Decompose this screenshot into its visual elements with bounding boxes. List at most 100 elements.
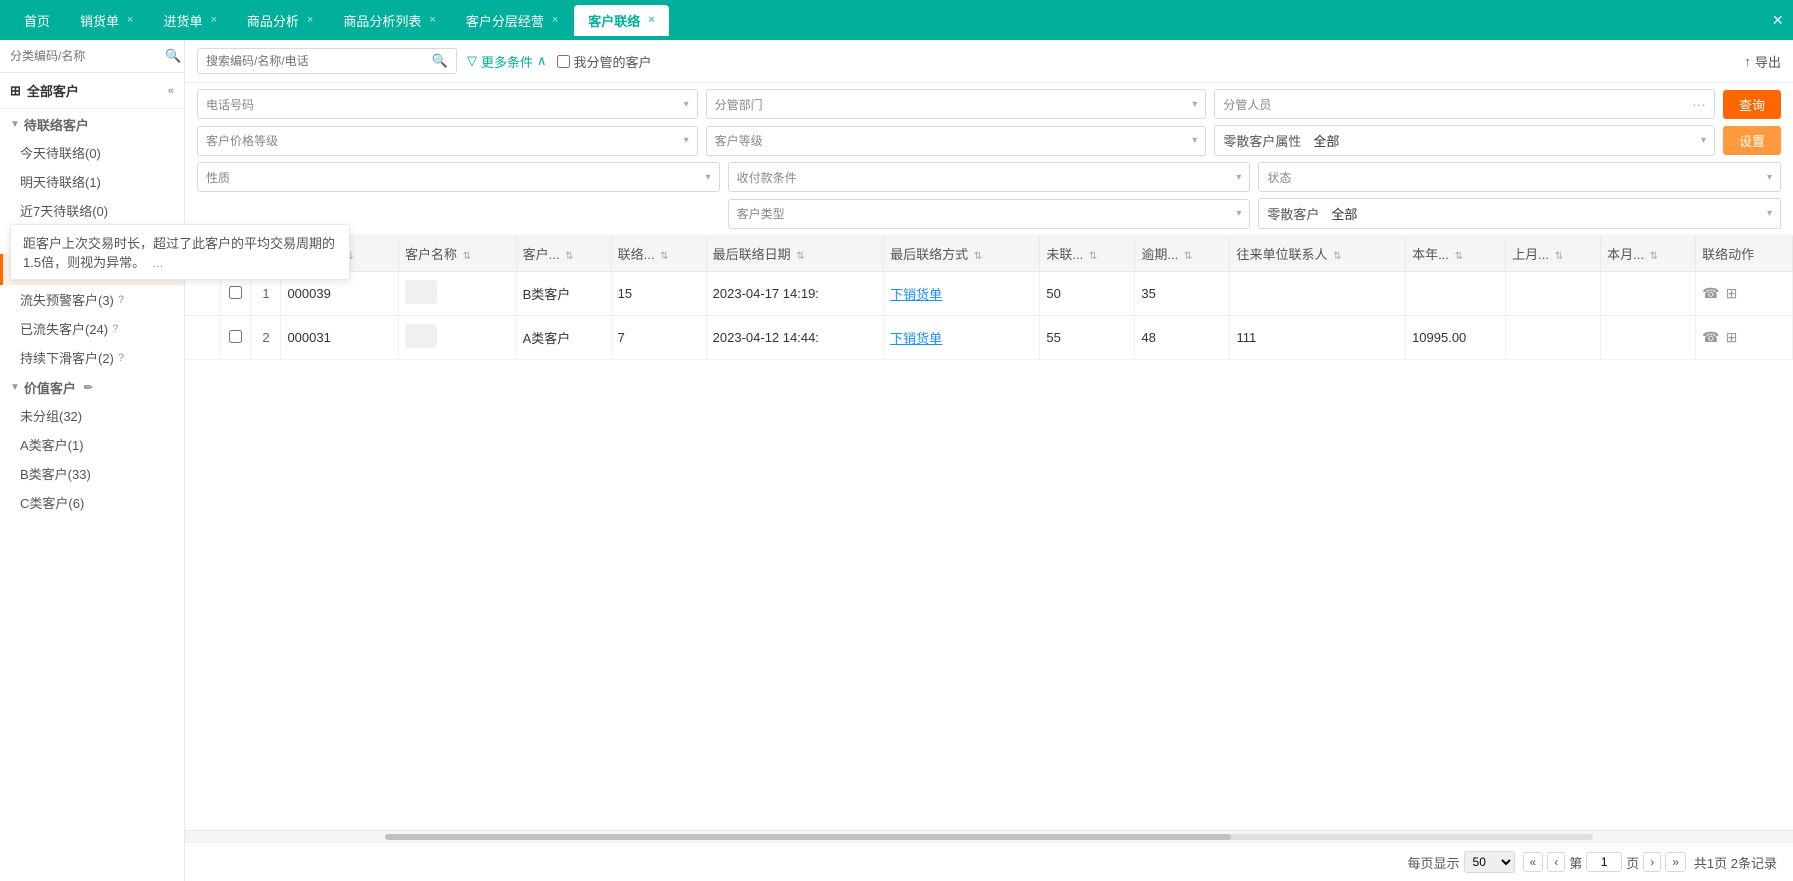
sidebar-item-churn-warning[interactable]: 流失预警客户(3) ?	[0, 285, 184, 314]
nav-customer-segment[interactable]: 客户分层经营 ×	[452, 5, 572, 36]
col-thisyear-header[interactable]: 本年... ⇅	[1406, 236, 1506, 272]
nav-home[interactable]: 首页	[10, 5, 64, 36]
last-page-btn[interactable]: »	[1665, 852, 1686, 872]
col-type-header[interactable]: 客户... ⇅	[516, 236, 611, 272]
sort-icon-8: ⇅	[1184, 251, 1192, 262]
col-name-header[interactable]: 客户名称 ⇅	[399, 236, 517, 272]
action-grid-icon-1[interactable]: ⊞	[1726, 285, 1738, 302]
per-page-select[interactable]: 50 20 100	[1464, 851, 1515, 873]
nav-product-list-close[interactable]: ×	[429, 14, 435, 26]
per-page-selector: 每页显示 50 20 100	[1408, 851, 1515, 873]
cell-name-1[interactable]	[399, 272, 517, 316]
filter-payment[interactable]: 收付款条件 ▾	[728, 162, 1251, 192]
nav-product-analysis-close[interactable]: ×	[307, 14, 313, 26]
cell-checkbox-2[interactable]	[221, 316, 251, 360]
nav-purchase[interactable]: 进货单 ×	[149, 5, 230, 36]
filter-person[interactable]: 分管人员 ···	[1214, 89, 1715, 119]
query-button[interactable]: 查询	[1723, 90, 1781, 119]
page-number-input[interactable]	[1586, 852, 1622, 872]
sidebar-item-tomorrow[interactable]: 明天待联络(1)	[0, 167, 184, 196]
horizontal-scrollbar[interactable]	[185, 830, 1793, 842]
hint-icon-2: ?	[112, 323, 118, 335]
customer-table: ⚙ 客户编码 ⇅ 客户名称 ⇅	[185, 236, 1793, 360]
first-page-btn[interactable]: «	[1523, 852, 1544, 872]
filter-price-level[interactable]: 客户价格等级 ▾	[197, 126, 698, 156]
col-thismonth-header[interactable]: 本月... ⇅	[1601, 236, 1696, 272]
scrollbar-thumb[interactable]	[385, 834, 1231, 840]
filter-status[interactable]: 状态 ▾	[1258, 162, 1781, 192]
main-search-icon[interactable]: 🔍	[432, 53, 448, 69]
window-close-icon[interactable]: ×	[1772, 10, 1783, 31]
cell-lastmonth-2	[1506, 316, 1601, 360]
filter-scatter-customer[interactable]: 零散客户 全部 ▾	[1258, 198, 1781, 229]
sidebar-item-declining[interactable]: 持续下滑客户(2) ?	[0, 343, 184, 372]
ellipsis-icon[interactable]: ···	[1692, 96, 1706, 112]
col-overdue-header[interactable]: 逾期... ⇅	[1135, 236, 1230, 272]
sidebar-item-churned[interactable]: 已流失客户(24) ?	[0, 314, 184, 343]
nav-product-analysis[interactable]: 商品分析 ×	[233, 5, 327, 36]
nav-customer-segment-close[interactable]: ×	[552, 14, 558, 26]
sidebar-item-ungroup[interactable]: 未分组(32)	[0, 401, 184, 430]
col-lastdate-header[interactable]: 最后联络日期 ⇅	[706, 236, 883, 272]
nav-sales-close[interactable]: ×	[127, 14, 133, 26]
sidebar-item-c-class[interactable]: C类客户(6)	[0, 488, 184, 517]
sidebar-search-icon[interactable]: 🔍	[165, 48, 181, 64]
more-conditions-btn[interactable]: ▽ 更多条件 ∧	[467, 52, 547, 71]
filter-customer-type[interactable]: 客户类型 ▾	[728, 199, 1251, 229]
nav-customer-contact-close[interactable]: ×	[648, 14, 654, 26]
filter-dept[interactable]: 分管部门 ▾	[706, 89, 1207, 119]
settings-button[interactable]: 设置	[1723, 126, 1781, 155]
col-lastmonth-header[interactable]: 上月... ⇅	[1506, 236, 1601, 272]
action-grid-icon-2[interactable]: ⊞	[1726, 329, 1738, 346]
sidebar-item-today[interactable]: 今天待联络(0)	[0, 138, 184, 167]
main-search-input[interactable]	[206, 54, 426, 68]
sidebar-pending-group[interactable]: ▼ 待联络客户	[0, 109, 184, 138]
export-btn[interactable]: ↑ 导出	[1744, 52, 1781, 71]
sort-icon-4: ⇅	[660, 251, 668, 262]
nav-product-list[interactable]: 商品分析列表 ×	[329, 5, 449, 36]
my-customers-checkbox[interactable]	[557, 55, 570, 68]
cell-overdue-1: 35	[1135, 272, 1230, 316]
col-pending-header[interactable]: 未联... ⇅	[1040, 236, 1135, 272]
top-nav: 首页 销货单 × 进货单 × 商品分析 × 商品分析列表 × 客户分层经营 × …	[0, 0, 1793, 40]
sidebar-item-7days[interactable]: 近7天待联络(0)	[0, 196, 184, 225]
cell-lastmethod-1[interactable]: 下销货单	[884, 272, 1040, 316]
sidebar-all-customers[interactable]: ⊞ 全部客户 «	[0, 73, 184, 109]
filter-customer-level[interactable]: 客户等级 ▾	[706, 126, 1207, 156]
sidebar-item-b-class[interactable]: B类客户(33)	[0, 459, 184, 488]
cell-contactperson-2: 111	[1230, 316, 1406, 360]
next-page-btn[interactable]: ›	[1643, 852, 1661, 872]
edit-icon[interactable]: ✏	[84, 381, 93, 394]
dropdown-arrow-icon: ▾	[684, 99, 689, 110]
prev-page-btn[interactable]: ‹	[1547, 852, 1565, 872]
row-checkbox-1[interactable]	[229, 286, 242, 299]
col-lastmethod-header[interactable]: 最后联络方式 ⇅	[884, 236, 1040, 272]
cell-lastmethod-2[interactable]: 下销货单	[884, 316, 1040, 360]
sidebar-search-input[interactable]	[10, 49, 165, 63]
cell-contact-2: 7	[611, 316, 706, 360]
action-phone-icon-2[interactable]: ☎	[1702, 329, 1719, 346]
cell-name-2[interactable]	[399, 316, 517, 360]
sort-icon-6: ⇅	[974, 251, 982, 262]
main-search-wrap: 🔍	[197, 48, 457, 74]
nav-customer-contact[interactable]: 客户联络 ×	[574, 5, 668, 36]
chevron-up-icon: ∧	[537, 53, 547, 69]
nav-sales[interactable]: 销货单 ×	[66, 5, 147, 36]
filter-nature[interactable]: 性质 ▾	[197, 162, 720, 192]
col-contact-header[interactable]: 联络... ⇅	[611, 236, 706, 272]
filter-scatter-property[interactable]: 零散客户属性 全部 ▾	[1214, 125, 1715, 156]
sidebar-value-group[interactable]: ▼ 价值客户 ✏	[0, 372, 184, 401]
table-header-row: ⚙ 客户编码 ⇅ 客户名称 ⇅	[185, 236, 1793, 272]
filter-phone[interactable]: 电话号码 ▾	[197, 89, 698, 119]
anomaly-tooltip: 距客户上次交易时长，超过了此客户的平均交易周期的1.5倍，则视为异常。 ...	[10, 224, 350, 280]
cell-thismonth-2	[1601, 316, 1696, 360]
col-contactperson-header[interactable]: 往来单位联系人 ⇅	[1230, 236, 1406, 272]
cell-action-1: ☎ ⊞	[1696, 272, 1793, 316]
cell-code-2: 000031	[281, 316, 399, 360]
action-phone-icon-1[interactable]: ☎	[1702, 285, 1719, 302]
nav-purchase-close[interactable]: ×	[210, 14, 216, 26]
dropdown-arrow-icon-5: ▾	[1701, 135, 1706, 146]
sidebar-collapse-icon[interactable]: «	[168, 85, 174, 97]
sidebar-item-a-class[interactable]: A类客户(1)	[0, 430, 184, 459]
row-checkbox-2[interactable]	[229, 330, 242, 343]
